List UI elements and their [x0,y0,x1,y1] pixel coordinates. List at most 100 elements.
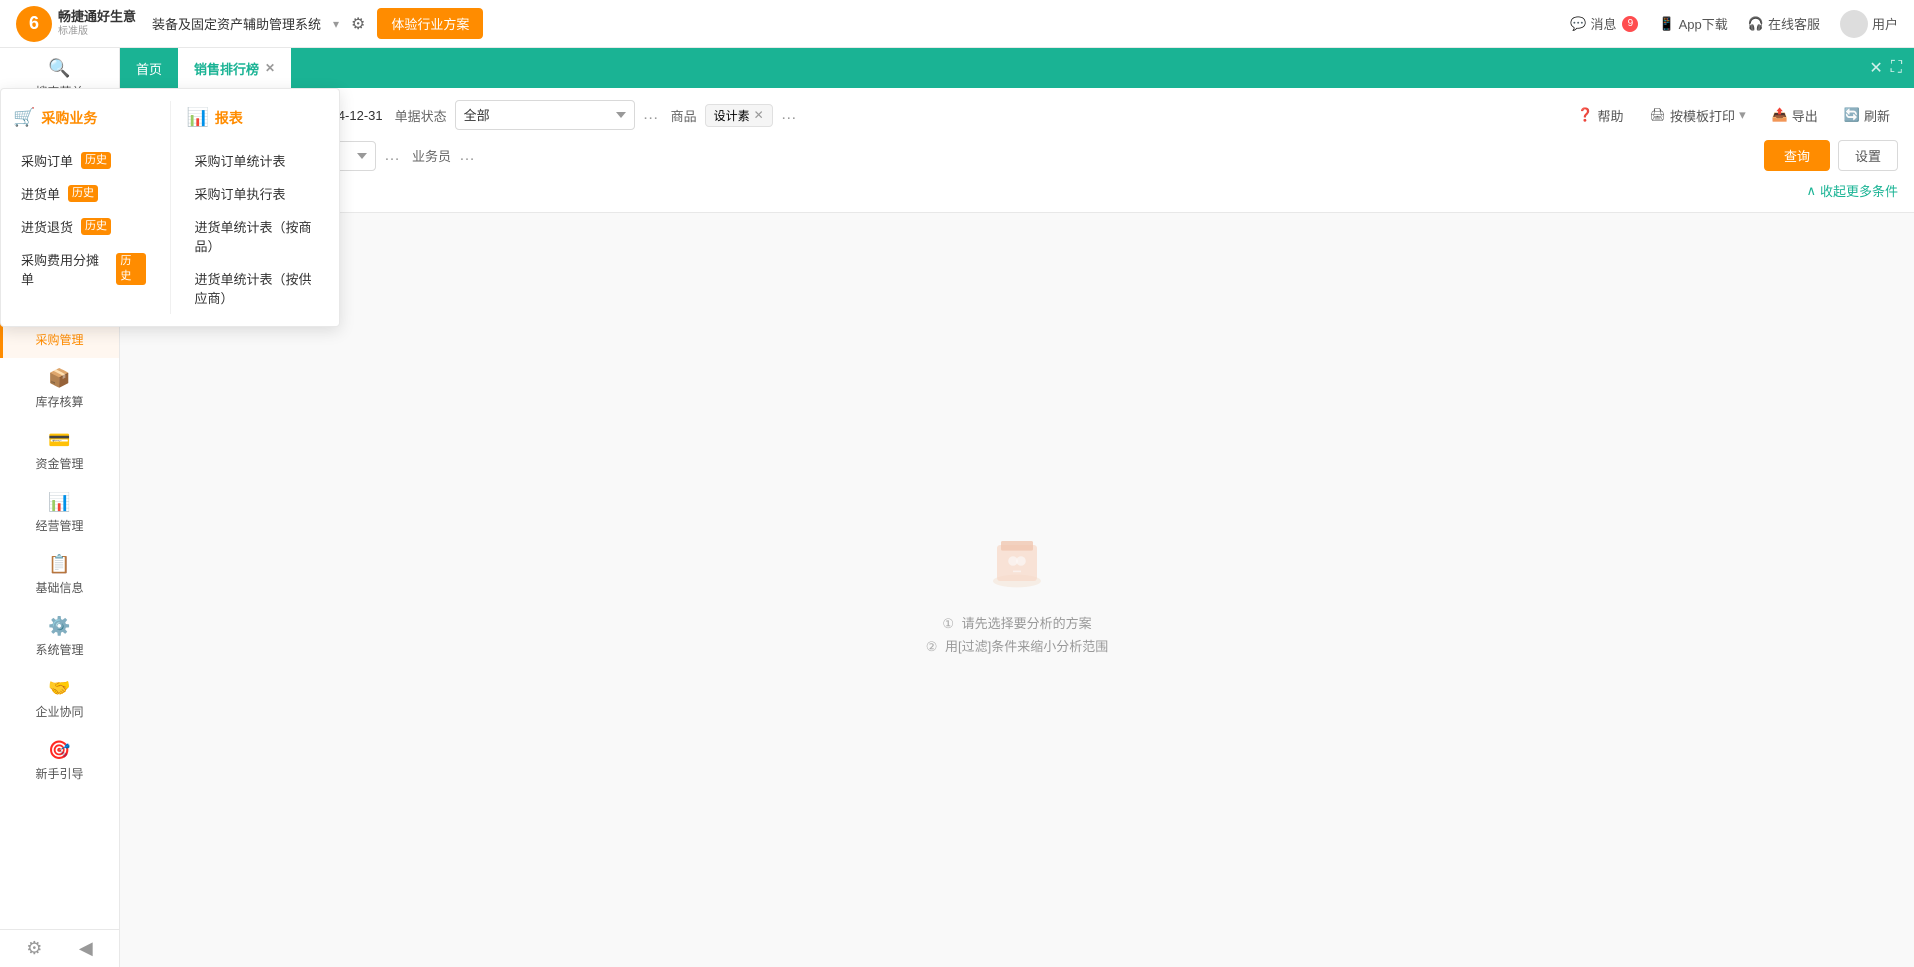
goods-section: 商品 设计素 ✕ … [671,104,797,127]
help-icon: ❓ [1577,107,1593,123]
online-service-action[interactable]: 🎧 在线客服 [1748,14,1820,33]
dropdown-item-goods-receipt[interactable]: 进货单 历史 [13,177,154,210]
sidebar-item-basic-info[interactable]: 📋 基础信息 [0,544,119,606]
industry-button[interactable]: 体验行业方案 [377,8,483,39]
print-dropdown-icon[interactable]: ▾ [1739,107,1746,123]
purchase-section-label: 采购业务 [41,108,97,128]
tab-close-icon[interactable]: ✕ [265,61,275,75]
cooperation-icon: 🤝 [48,678,70,699]
help-label: 帮助 [1598,106,1624,125]
dropdown-item-expense-alloc[interactable]: 采购费用分摊单 历史 [13,243,154,295]
header-center: 装备及固定资产辅助管理系统 ▾ ⚙ 体验行业方案 [152,8,1570,39]
tab-expand-icon[interactable]: ⛶ [1891,59,1902,77]
dropdown-item-receipt-stats-supplier[interactable]: 进货单统计表（按供应商） [187,262,328,314]
system-icon: ⚙️ [48,616,70,637]
logo-text: 畅捷通好生意 标准版 [58,9,136,39]
empty-illustration [977,521,1057,601]
expense-alloc-label: 采购费用分摊单 [21,250,108,288]
goods-more-icon[interactable]: … [781,106,797,124]
tab-sales-ranking-label: 销售排行榜 [194,59,259,78]
report-section: 📊 报表 采购订单统计表 采购订单执行表 进货单统计表（按商品） 进货单统计表（… [175,101,340,314]
voucher-status-select-wrap: 全部 [455,100,635,130]
salesperson-more-icon[interactable]: … [459,147,475,165]
dropdown-item-purchase-order[interactable]: 采购订单 历史 [13,144,154,177]
order-stats-label: 采购订单统计表 [195,151,286,170]
basic-info-icon: 📋 [48,554,70,575]
voucher-status-section: 单据状态 全部 … [395,100,659,130]
message-action[interactable]: 💬 消息 9 [1570,14,1638,33]
tab-close-all-icon[interactable]: ✕ [1869,58,1882,78]
receipt-stats-goods-label: 进货单统计表（按商品） [195,217,320,255]
app-download-action[interactable]: 📱 App下载 [1658,14,1727,33]
filter-area: 近7天 更多 自定义 | 2024-12-31 单据状态 全部 … 商品 设计素 [120,88,1914,213]
brand-name: 畅捷通好生意 [58,9,136,26]
main-content: 首页 销售排行榜 ✕ ✕ ⛶ 近7天 更多 自定义 | 2024-12-31 单… [120,48,1914,967]
receipt-stats-supplier-label: 进货单统计表（按供应商） [195,269,320,307]
user-action[interactable]: 用户 [1840,10,1898,38]
sidebar-item-label: 企业协同 [35,703,83,720]
message-badge: 9 [1622,16,1638,32]
dropdown-item-order-stats[interactable]: 采购订单统计表 [187,144,328,177]
export-button[interactable]: 📤 导出 [1764,102,1826,129]
voucher-status-select[interactable]: 全部 [455,100,635,130]
system-settings-icon[interactable]: ⚙ [351,14,365,34]
sidebar-item-cooperation[interactable]: 🤝 企业协同 [0,668,119,730]
empty-line2: ② 用[过滤]条件来缩小分析范围 [926,636,1109,655]
ranking-more-icon[interactable]: … [384,147,400,165]
guide-icon: 🎯 [48,740,70,761]
refresh-label: 刷新 [1864,106,1890,125]
online-service-label: 在线客服 [1768,14,1820,33]
report-section-title: 📊 报表 [187,101,328,134]
refresh-button[interactable]: 🔄 刷新 [1836,102,1898,129]
sidebar-item-finance[interactable]: 💳 资金管理 [0,420,119,482]
filter-row-2: 排名项目 金额 … 业务员 … 查询 设置 [136,140,1898,171]
sidebar-item-guide[interactable]: 🎯 新手引导 [0,730,119,792]
tab-sales-ranking[interactable]: 销售排行榜 ✕ [178,48,291,88]
order-exec-label: 采购订单执行表 [195,184,286,203]
history-badge-3: 历史 [116,253,145,286]
sidebar-item-label: 新手引导 [35,765,83,782]
empty-line1-text: 请先选择要分析的方案 [962,616,1092,631]
collapse-section: ∧ 收起更多条件 [1806,181,1898,200]
phone-icon: 📱 [1658,16,1674,32]
refresh-icon: 🔄 [1844,107,1860,123]
sidebar-collapse-icon[interactable]: ◀ [79,938,93,959]
sidebar-item-label: 采购管理 [35,331,83,348]
query-section: 查询 设置 [1764,140,1898,171]
filter-row-3: 客户 … ∧ 收起更多条件 [136,181,1898,200]
app-download-label: App下载 [1679,14,1728,33]
sidebar-item-label: 经营管理 [35,517,83,534]
sidebar-item-label: 库存核算 [35,393,83,410]
system-dropdown-icon[interactable]: ▾ [333,17,339,31]
dropdown-section-divider [170,101,171,314]
collapse-arrow-icon: ∧ [1806,183,1816,199]
empty-state: ① 请先选择要分析的方案 ② 用[过滤]条件来缩小分析范围 [120,213,1914,967]
query-button[interactable]: 查询 [1764,140,1830,171]
print-button[interactable]: 🖨 按模板打印 ▾ [1642,102,1754,129]
top-header: 6 畅捷通好生意 标准版 装备及固定资产辅助管理系统 ▾ ⚙ 体验行业方案 💬 … [0,0,1914,48]
settings-button[interactable]: 设置 [1838,140,1898,171]
dropdown-item-goods-return[interactable]: 进货退货 历史 [13,210,154,243]
print-icon: 🖨 [1650,107,1667,123]
inventory-icon: 📦 [48,368,70,389]
goods-tag-close[interactable]: ✕ [754,108,764,122]
brand-version: 标准版 [58,25,136,38]
toolbar-actions: ❓ 帮助 🖨 按模板打印 ▾ 📤 导出 🔄 刷新 [1569,102,1898,129]
sidebar-item-operation[interactable]: 📊 经营管理 [0,482,119,544]
sidebar-settings-icon[interactable]: ⚙ [26,938,42,959]
voucher-status-more-icon[interactable]: … [643,106,659,124]
tab-home-label: 首页 [136,59,162,78]
empty-line2-text: 用[过滤]条件来缩小分析范围 [945,639,1108,654]
tab-home[interactable]: 首页 [120,48,178,88]
empty-line1: ① 请先选择要分析的方案 [926,613,1109,632]
goods-receipt-label: 进货单 [21,184,60,203]
logo-icon: 6 [16,6,52,42]
help-button[interactable]: ❓ 帮助 [1569,102,1631,129]
collapse-button[interactable]: ∧ 收起更多条件 [1806,181,1898,200]
dropdown-item-receipt-stats-goods[interactable]: 进货单统计表（按商品） [187,210,328,262]
sidebar-item-system[interactable]: ⚙️ 系统管理 [0,606,119,668]
sidebar-item-label: 系统管理 [35,641,83,658]
dropdown-item-order-exec[interactable]: 采购订单执行表 [187,177,328,210]
collapse-label: 收起更多条件 [1820,181,1898,200]
sidebar-item-inventory[interactable]: 📦 库存核算 [0,358,119,420]
